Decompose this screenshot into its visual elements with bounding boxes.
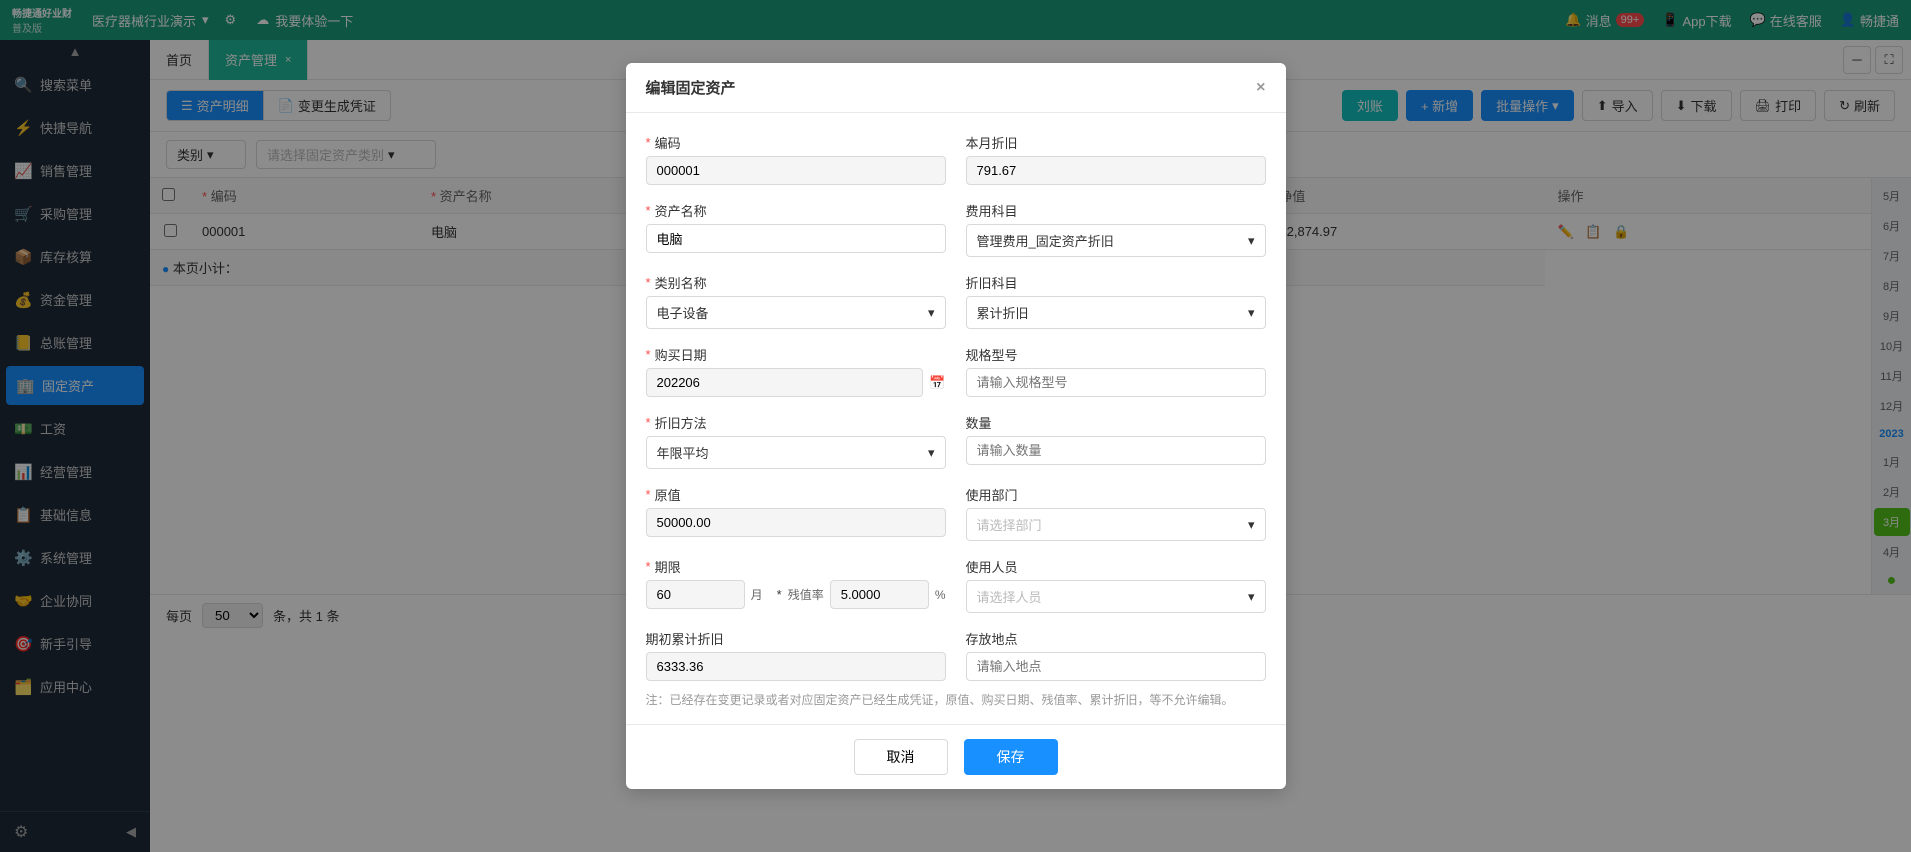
form-row-original-value: * 原值 xyxy=(646,485,946,541)
modal-form-grid: * 编码 本月折旧 * 资产名称 xyxy=(646,133,1266,681)
form-row-code: * 编码 xyxy=(646,133,946,185)
period-input[interactable] xyxy=(646,580,745,609)
form-label-purchase-date: * 购买日期 xyxy=(646,345,946,364)
form-label-depreciation-account: 折旧科目 xyxy=(966,273,1266,292)
edit-asset-modal: 编辑固定资产 × * 编码 本月折旧 xyxy=(626,63,1286,789)
chevron-down-icon-category: ▾ xyxy=(928,305,935,321)
modal-body: * 编码 本月折旧 * 资产名称 xyxy=(626,113,1286,724)
expense-account-select[interactable]: 管理费用_固定资产折旧 ▾ xyxy=(966,224,1266,257)
this-month-depreciation-input xyxy=(966,156,1266,185)
residual-rate-input[interactable] xyxy=(830,580,929,609)
chevron-down-icon-person: ▾ xyxy=(1248,589,1255,605)
original-value-input[interactable] xyxy=(646,508,946,537)
quantity-input[interactable] xyxy=(966,436,1266,465)
storage-input[interactable] xyxy=(966,652,1266,681)
form-row-quantity: 数量 xyxy=(966,413,1266,469)
chevron-down-icon-method: ▾ xyxy=(928,445,935,461)
form-label-original-value: * 原值 xyxy=(646,485,946,504)
calendar-icon[interactable]: 📅 xyxy=(929,375,945,391)
form-label-person: 使用人员 xyxy=(966,557,1266,576)
save-button[interactable]: 保存 xyxy=(964,739,1058,775)
form-label-expense-account: 费用科目 xyxy=(966,201,1266,220)
form-row-storage: 存放地点 xyxy=(966,629,1266,681)
form-label-department: 使用部门 xyxy=(966,485,1266,504)
form-label-this-month-depreciation: 本月折旧 xyxy=(966,133,1266,152)
form-label-depr-method: * 折旧方法 xyxy=(646,413,946,432)
modal-footer: 取消 保存 xyxy=(626,724,1286,789)
form-label-category: * 类别名称 xyxy=(646,273,946,292)
period-unit: 月 xyxy=(751,586,763,603)
modal-note: 注：已经存在变更记录或者对应固定资产已经生成凭证，原值、购买日期、残值率、累计折… xyxy=(646,681,1266,714)
department-select[interactable]: 请选择部门 ▾ xyxy=(966,508,1266,541)
depreciation-account-select[interactable]: 累计折旧 ▾ xyxy=(966,296,1266,329)
depr-method-select[interactable]: 年限平均 ▾ xyxy=(646,436,946,469)
form-row-depreciation-account: 折旧科目 累计折旧 ▾ xyxy=(966,273,1266,329)
form-row-this-month-depreciation: 本月折旧 xyxy=(966,133,1266,185)
chevron-down-icon-expense: ▾ xyxy=(1248,233,1255,249)
form-row-depr-method: * 折旧方法 年限平均 ▾ xyxy=(646,413,946,469)
form-row-person: 使用人员 请选择人员 ▾ xyxy=(966,557,1266,613)
form-row-purchase-date: * 购买日期 📅 xyxy=(646,345,946,397)
form-row-department: 使用部门 请选择部门 ▾ xyxy=(966,485,1266,541)
purchase-date-input[interactable] xyxy=(646,368,924,397)
initial-accumulated-input xyxy=(646,652,946,681)
cancel-button[interactable]: 取消 xyxy=(854,739,948,775)
form-label-period: * 期限 xyxy=(646,557,946,576)
form-row-spec-model: 规格型号 xyxy=(966,345,1266,397)
form-row-asset-name: * 资产名称 xyxy=(646,201,946,257)
form-row-initial-accumulated: 期初累计折旧 xyxy=(646,629,946,681)
form-row-period: * 期限 月 * 残值率 % xyxy=(646,557,946,613)
modal-title: 编辑固定资产 xyxy=(646,77,736,98)
category-select[interactable]: 电子设备 ▾ xyxy=(646,296,946,329)
form-label-storage: 存放地点 xyxy=(966,629,1266,648)
chevron-down-icon-dept: ▾ xyxy=(1248,517,1255,533)
form-label-spec-model: 规格型号 xyxy=(966,345,1266,364)
residual-rate-label: 残值率 xyxy=(788,586,824,603)
form-row-category: * 类别名称 电子设备 ▾ xyxy=(646,273,946,329)
modal-close-btn[interactable]: × xyxy=(1256,79,1265,97)
asset-name-input[interactable] xyxy=(646,224,946,253)
code-input[interactable] xyxy=(646,156,946,185)
form-label-initial-accumulated: 期初累计折旧 xyxy=(646,629,946,648)
spec-model-input[interactable] xyxy=(966,368,1266,397)
person-select[interactable]: 请选择人员 ▾ xyxy=(966,580,1266,613)
modal-overlay: 编辑固定资产 × * 编码 本月折旧 xyxy=(0,0,1911,852)
form-label-quantity: 数量 xyxy=(966,413,1266,432)
chevron-down-icon-depr: ▾ xyxy=(1248,305,1255,321)
form-label-code: * 编码 xyxy=(646,133,946,152)
modal-header: 编辑固定资产 × xyxy=(626,63,1286,113)
form-label-asset-name: * 资产名称 xyxy=(646,201,946,220)
form-row-expense-account: 费用科目 管理费用_固定资产折旧 ▾ xyxy=(966,201,1266,257)
residual-rate-unit: % xyxy=(935,588,946,602)
